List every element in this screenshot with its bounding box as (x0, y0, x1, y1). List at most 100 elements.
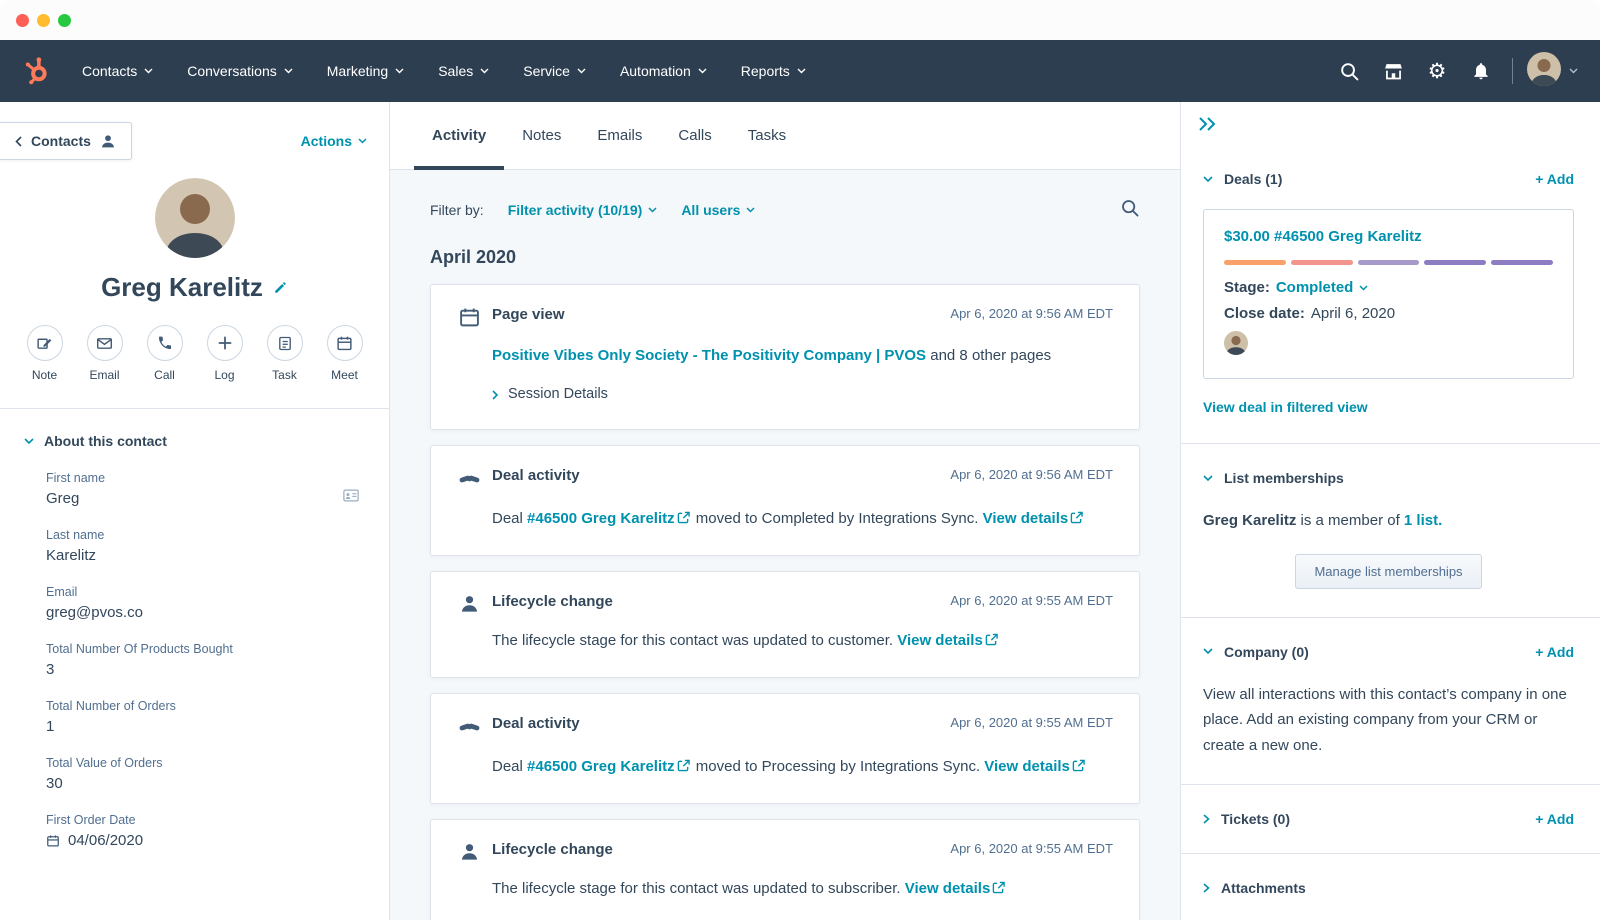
tab-label: Calls (678, 127, 711, 144)
view-details-link[interactable]: View details (897, 632, 983, 649)
deal-body-middle: moved to Completed by Integrations Sync. (696, 510, 979, 527)
all-users-dropdown[interactable]: All users (681, 202, 755, 218)
property-products-bought[interactable]: Total Number Of Products Bought 3 (0, 642, 389, 678)
add-company-button[interactable]: + Add (1535, 644, 1574, 660)
account-menu[interactable] (1527, 52, 1578, 91)
nav-item-conversations[interactable]: Conversations (187, 63, 293, 79)
session-details-label: Session Details (508, 383, 608, 406)
collapse-sidebar-icon[interactable] (1197, 119, 1217, 136)
deals-header[interactable]: Deals (1) (1224, 171, 1282, 187)
notifications-button[interactable] (1462, 52, 1500, 90)
chevron-right-icon[interactable] (1203, 814, 1210, 824)
manage-list-memberships-button[interactable]: Manage list memberships (1295, 554, 1481, 589)
view-details-link[interactable]: View details (905, 880, 991, 897)
property-label: Total Number Of Products Bought (46, 642, 359, 656)
search-icon (1120, 198, 1140, 218)
back-to-contacts-button[interactable]: Contacts (0, 122, 132, 160)
card-title: Deal activity (492, 467, 580, 484)
nav-item-automation[interactable]: Automation (620, 63, 707, 79)
filter-activity-dropdown[interactable]: Filter activity (10/19) (508, 202, 658, 218)
property-last-name[interactable]: Last name Karelitz (0, 528, 389, 564)
nav-item-service[interactable]: Service (523, 63, 586, 79)
log-button[interactable]: Log (203, 325, 247, 382)
view-deal-link[interactable]: View deal in filtered view (1203, 399, 1368, 415)
close-window-button[interactable] (16, 14, 29, 27)
edit-name-pencil-icon[interactable] (273, 280, 288, 295)
nav-item-sales[interactable]: Sales (438, 63, 489, 79)
about-section-header[interactable]: About this contact (0, 409, 389, 449)
meet-button[interactable]: Meet (323, 325, 367, 382)
stage-dropdown[interactable]: Completed (1276, 279, 1369, 296)
email-button[interactable]: Email (83, 325, 127, 382)
actions-dropdown[interactable]: Actions (301, 133, 367, 149)
card-timestamp: Apr 6, 2020 at 9:55 AM EDT (950, 841, 1113, 856)
nav-item-label: Conversations (187, 63, 277, 79)
note-button[interactable]: Note (23, 325, 67, 382)
company-header[interactable]: Company (0) (1224, 644, 1309, 660)
property-first-order-date[interactable]: First Order Date 04/06/2020 (0, 813, 389, 849)
nav-item-marketing[interactable]: Marketing (327, 63, 404, 79)
deal-owner-avatar[interactable] (1224, 342, 1248, 359)
call-icon (157, 335, 173, 351)
card-timestamp: Apr 6, 2020 at 9:56 AM EDT (950, 467, 1113, 482)
add-ticket-button[interactable]: + Add (1535, 811, 1574, 827)
hubspot-logo-icon[interactable] (22, 56, 52, 86)
tab-calls[interactable]: Calls (660, 102, 729, 170)
view-details-link[interactable]: View details (983, 510, 1069, 527)
tickets-header[interactable]: Tickets (0) (1221, 811, 1290, 827)
marketplace-button[interactable] (1374, 52, 1412, 90)
attachments-header[interactable]: Attachments (1221, 880, 1306, 896)
deal-link[interactable]: #46500 Greg Karelitz (527, 510, 675, 527)
tab-activity[interactable]: Activity (414, 102, 504, 170)
chevron-down-icon[interactable] (1203, 475, 1213, 482)
handshake-icon (457, 468, 481, 491)
deal-pipeline-progress (1224, 260, 1553, 265)
nav-item-label: Service (523, 63, 570, 79)
chevron-down-icon[interactable] (1203, 176, 1213, 183)
search-button[interactable] (1330, 52, 1368, 90)
page-view-link[interactable]: Positive Vibes Only Society - The Positi… (492, 347, 926, 364)
task-button[interactable]: Task (263, 325, 307, 382)
card-title: Lifecycle change (492, 593, 613, 610)
tab-label: Tasks (748, 127, 786, 144)
chevron-down-icon (395, 68, 404, 74)
company-section: Company (0) + Add View all interactions … (1181, 618, 1600, 786)
property-number-of-orders[interactable]: Total Number of Orders 1 (0, 699, 389, 735)
nav-item-label: Contacts (82, 63, 137, 79)
tab-tasks[interactable]: Tasks (730, 102, 804, 170)
add-deal-button[interactable]: + Add (1535, 171, 1574, 187)
chevron-right-icon (492, 390, 498, 400)
contact-card-icon[interactable] (343, 489, 359, 507)
list-count-link[interactable]: 1 list. (1404, 512, 1442, 529)
nav-item-contacts[interactable]: Contacts (82, 63, 153, 79)
calendar-icon (46, 834, 60, 848)
tab-notes[interactable]: Notes (504, 102, 579, 170)
property-first-name[interactable]: First name Greg (0, 471, 389, 507)
quick-actions-row: Note Email Call Log Task (0, 325, 389, 382)
minimize-window-button[interactable] (37, 14, 50, 27)
deal-title-link[interactable]: $30.00 #46500 Greg Karelitz (1224, 228, 1553, 245)
meet-label: Meet (331, 368, 358, 382)
list-memberships-header[interactable]: List memberships (1224, 470, 1344, 486)
zoom-window-button[interactable] (58, 14, 71, 27)
top-nav: Contacts Conversations Marketing Sales S… (0, 40, 1600, 102)
view-details-link[interactable]: View details (984, 758, 1070, 775)
property-value: Karelitz (46, 547, 359, 564)
deal-card: $30.00 #46500 Greg Karelitz Stage: Compl… (1203, 209, 1574, 379)
property-value-of-orders[interactable]: Total Value of Orders 30 (0, 756, 389, 792)
tickets-section: Tickets (0) + Add (1181, 785, 1600, 854)
chevron-down-icon[interactable] (1203, 648, 1213, 655)
nav-item-label: Reports (741, 63, 790, 79)
session-details-toggle[interactable]: Session Details (492, 383, 1113, 406)
contact-name: Greg Karelitz (101, 272, 263, 303)
tab-emails[interactable]: Emails (579, 102, 660, 170)
search-activity-button[interactable] (1120, 198, 1140, 221)
property-email[interactable]: Email greg@pvos.co (0, 585, 389, 621)
person-icon (457, 594, 481, 613)
card-timestamp: Apr 6, 2020 at 9:56 AM EDT (950, 306, 1113, 321)
nav-item-reports[interactable]: Reports (741, 63, 806, 79)
settings-button[interactable]: ⚙ (1418, 52, 1456, 90)
call-button[interactable]: Call (143, 325, 187, 382)
deal-link[interactable]: #46500 Greg Karelitz (527, 758, 675, 775)
chevron-right-icon[interactable] (1203, 883, 1210, 893)
